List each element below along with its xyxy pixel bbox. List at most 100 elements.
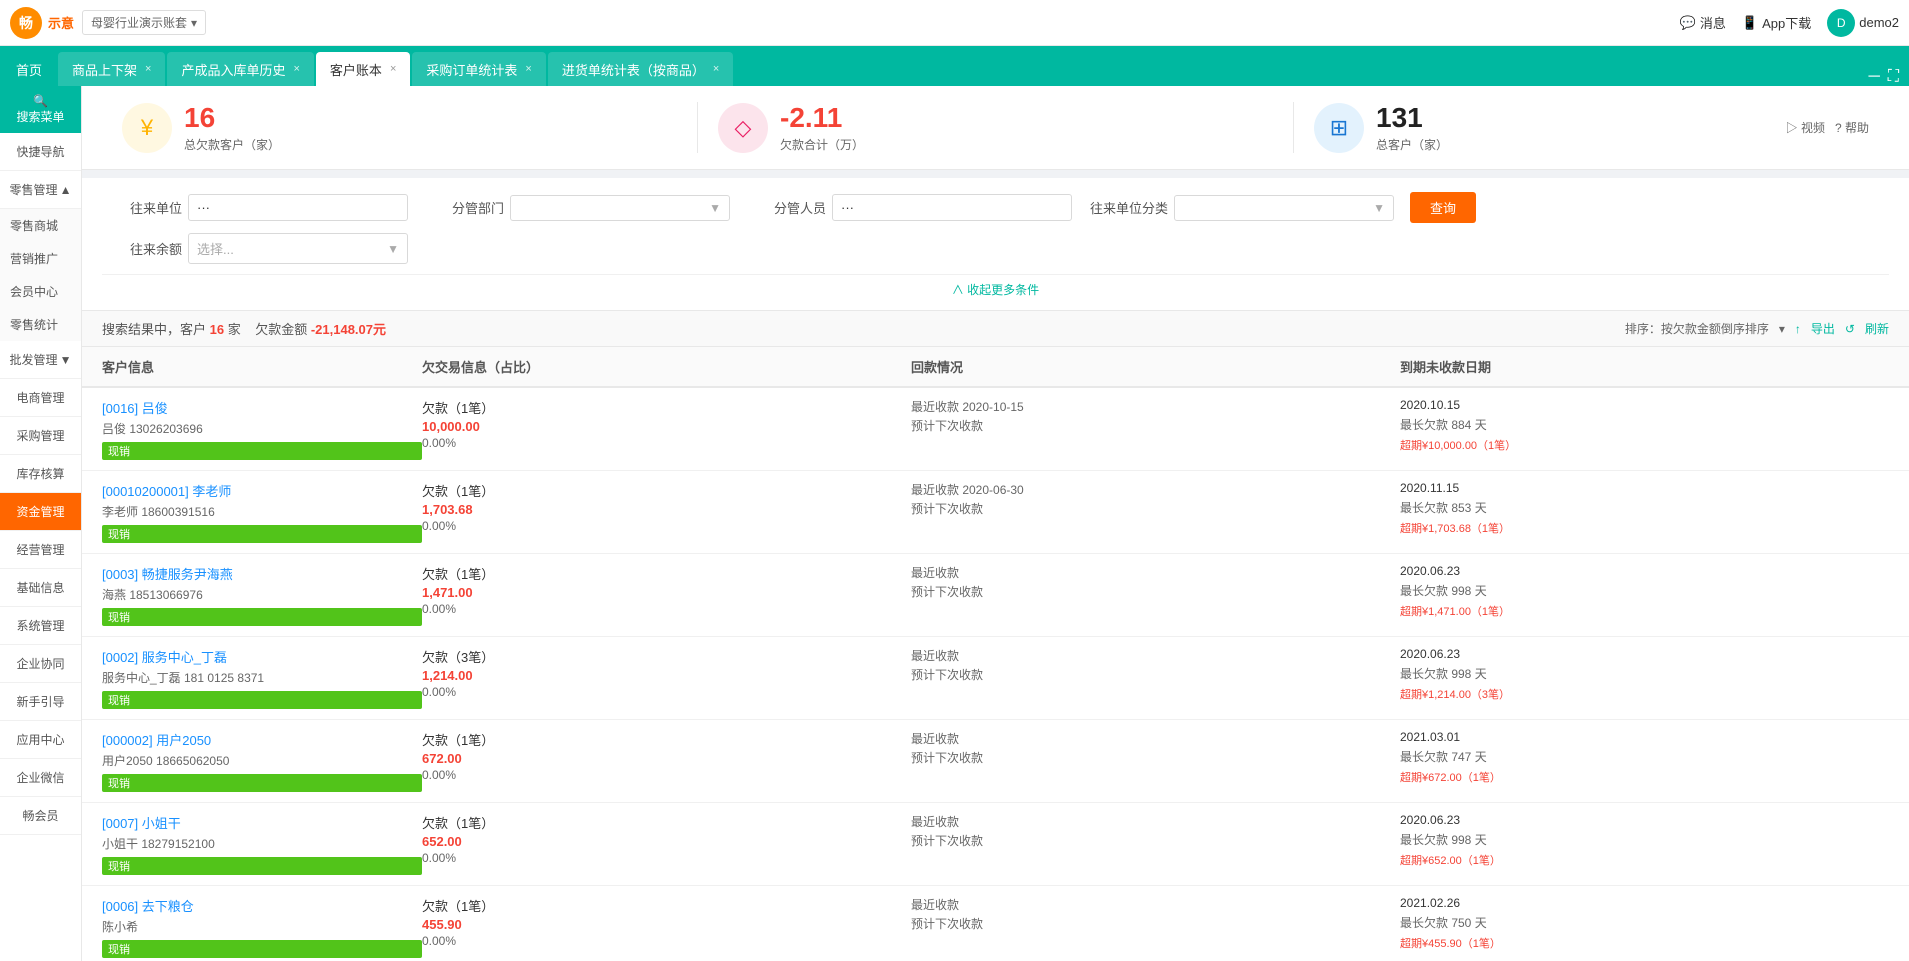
close-icon[interactable]: × — [145, 63, 151, 75]
sidebar-item-app-center[interactable]: 应用中心 — [0, 721, 81, 759]
next-payment: 预计下次收款 — [911, 749, 1400, 766]
overdue-amount: 超期¥1,214.00（3笔） — [1400, 686, 1889, 702]
message-button[interactable]: 💬 消息 — [1680, 13, 1726, 32]
debt-customers-number: 16 — [184, 102, 280, 134]
table-row: [0016] 吕俊 吕俊 13026203696 现销 欠款（1笔） 10,00… — [82, 388, 1909, 471]
due-date: 2020.10.15 — [1400, 398, 1889, 412]
maximize-icon[interactable]: ⛶ — [1888, 68, 1899, 86]
sidebar-item-enterprise-collab[interactable]: 企业协同 — [0, 645, 81, 683]
close-icon[interactable]: × — [525, 63, 531, 75]
tab-production[interactable]: 产成品入库单历史 × — [167, 52, 313, 86]
sidebar-item-member-center[interactable]: 会员中心 — [0, 275, 81, 308]
top-bar-right: 💬 消息 📱 App下载 D demo2 — [1680, 9, 1899, 37]
customer-phone: 李老师 18600391516 — [102, 503, 422, 520]
tab-purchase-order[interactable]: 采购订单统计表 × — [412, 52, 545, 86]
stat-debt-amount-text: -2.11 欠款合计（万） — [780, 102, 864, 153]
latest-payment: 最近收款 — [911, 647, 1400, 664]
export-button[interactable]: 导出 — [1811, 320, 1835, 337]
unit-category-select[interactable]: ▼ — [1174, 195, 1394, 221]
video-help-btn[interactable]: ▷ 视频 — [1786, 119, 1825, 136]
sidebar-item-label: 电商管理 — [16, 391, 64, 405]
from-unit-input[interactable]: ··· — [188, 194, 408, 221]
tab-home[interactable]: 首页 — [0, 52, 58, 86]
chevron-icon: ▼ — [60, 353, 72, 367]
customer-name: 小姐干 — [142, 816, 181, 831]
customer-name: 李老师 — [192, 484, 231, 499]
due-info-yonghu2050: 2021.03.01 最长欠款 747 天 超期¥672.00（1笔） — [1400, 730, 1889, 785]
sidebar-item-label: 零售商城 — [10, 219, 58, 233]
sidebar-item-retail-mgmt[interactable]: 零售管理 ▲ — [0, 171, 81, 209]
balance-select[interactable]: 选择... ▼ — [188, 233, 408, 264]
sidebar-item-newbie-guide[interactable]: 新手引导 — [0, 683, 81, 721]
sidebar-item-basic-info[interactable]: 基础信息 — [0, 569, 81, 607]
customer-name-link[interactable]: [0016] 吕俊 — [102, 398, 422, 417]
filter-dept: 分管部门 ▼ — [424, 195, 730, 221]
sidebar-item-batch-mgmt[interactable]: 批发管理 ▼ — [0, 341, 81, 379]
person-label: 分管人员 — [746, 198, 826, 217]
filter-area: 往来单位 ··· 分管部门 ▼ 分管人员 — [82, 178, 1909, 310]
store-selector[interactable]: 母婴行业演示账套 ▾ — [82, 10, 206, 35]
sidebar-item-business-mgmt[interactable]: 经营管理 — [0, 531, 81, 569]
sidebar-item-purchase-mgmt[interactable]: 采购管理 — [0, 417, 81, 455]
debt-info-yonghu2050: 欠款（1笔） 672.00 0.00% — [422, 730, 911, 782]
tab-production-label: 产成品入库单历史 — [181, 60, 285, 79]
collapse-bar[interactable]: ∧ 收起更多条件 — [102, 274, 1889, 304]
sidebar-item-label: 企业协同 — [16, 657, 64, 671]
sidebar-item-ecommerce[interactable]: 电商管理 — [0, 379, 81, 417]
debt-customers-icon: ¥ — [122, 103, 172, 153]
sidebar-item-enterprise-wechat[interactable]: 企业微信 — [0, 759, 81, 797]
table-row: [000002] 用户2050 用户2050 18665062050 现销 欠款… — [82, 720, 1909, 803]
total-customers-number: 131 — [1376, 102, 1448, 134]
customer-name-link[interactable]: [0006] 去下粮仓 — [102, 896, 422, 915]
sidebar-search[interactable]: 🔍 搜索菜单 — [0, 86, 81, 133]
debt-amount-number: -2.11 — [780, 102, 864, 134]
filter-person: 分管人员 ··· — [746, 194, 1072, 221]
tab-inventory-stats[interactable]: 进货单统计表（按商品） × — [548, 52, 733, 86]
stat-debt-customers: ¥ 16 总欠款客户（家） — [102, 102, 698, 153]
sidebar: 🔍 搜索菜单 快捷导航 零售管理 ▲ 零售商城 营销推广 会员中心 零售统计 — [0, 86, 82, 961]
sidebar-item-sys-mgmt[interactable]: 系统管理 — [0, 607, 81, 645]
customer-name-link[interactable]: [000002] 用户2050 — [102, 730, 422, 749]
results-customer-suffix: 家 — [228, 322, 241, 337]
latest-payment: 最近收款 — [911, 896, 1400, 913]
tab-products[interactable]: 商品上下架 × — [58, 52, 165, 86]
export-icon: ↑ — [1795, 322, 1801, 336]
customer-name-link[interactable]: [0003] 畅捷服务尹海燕 — [102, 564, 422, 583]
refresh-button[interactable]: 刷新 — [1865, 320, 1889, 337]
help-btn[interactable]: ? 帮助 — [1835, 119, 1869, 136]
close-icon[interactable]: × — [390, 63, 396, 75]
person-input[interactable]: ··· — [832, 194, 1072, 221]
customer-info-xiaojiejie: [0007] 小姐干 小姐干 18279152100 现销 — [102, 813, 422, 875]
app-download-button[interactable]: 📱 App下载 — [1742, 13, 1811, 32]
overdue-days: 最长欠款 998 天 — [1400, 831, 1889, 848]
close-icon[interactable]: × — [293, 63, 299, 75]
sidebar-item-inventory-check[interactable]: 库存核算 — [0, 455, 81, 493]
debt-percent: 0.00% — [422, 602, 911, 616]
app-download-label: App下载 — [1762, 13, 1811, 32]
sidebar-item-chang-member[interactable]: 畅会员 — [0, 797, 81, 835]
debt-amount-label: 欠款合计（万） — [780, 136, 864, 153]
sidebar-item-retail-stats[interactable]: 零售统计 — [0, 308, 81, 341]
customer-phone: 海燕 18513066976 — [102, 586, 422, 603]
sidebar-item-finance-mgmt[interactable]: 资金管理 — [0, 493, 81, 531]
dept-select[interactable]: ▼ — [510, 195, 730, 221]
user-menu[interactable]: D demo2 — [1827, 9, 1899, 37]
stat-debt-customers-text: 16 总欠款客户（家） — [184, 102, 280, 153]
customer-name-link[interactable]: [0002] 服务中心_丁磊 — [102, 647, 422, 666]
close-icon[interactable]: × — [713, 63, 719, 75]
sidebar-item-label: 资金管理 — [16, 505, 64, 519]
customer-tag: 现销 — [102, 608, 422, 626]
customer-name-link[interactable]: [00010200001] 李老师 — [102, 481, 422, 500]
latest-payment: 最近收款 2020-10-15 — [911, 398, 1400, 415]
customer-info-changji: [0003] 畅捷服务尹海燕 海燕 18513066976 现销 — [102, 564, 422, 626]
recovery-info-laoshi: 最近收款 2020-06-30 预计下次收款 — [911, 481, 1400, 517]
sidebar-item-retail-store[interactable]: 零售商城 — [0, 209, 81, 242]
sidebar-item-marketing[interactable]: 营销推广 — [0, 242, 81, 275]
tab-purchase-order-label: 采购订单统计表 — [426, 60, 517, 79]
col-customer-info: 客户信息 — [102, 357, 422, 376]
customer-name-link[interactable]: [0007] 小姐干 — [102, 813, 422, 832]
search-button[interactable]: 查询 — [1410, 192, 1476, 223]
sidebar-item-label: 畅会员 — [22, 809, 58, 823]
tab-customer-account[interactable]: 客户账本 × — [316, 52, 410, 86]
minimize-icon[interactable]: ─ — [1868, 68, 1879, 86]
